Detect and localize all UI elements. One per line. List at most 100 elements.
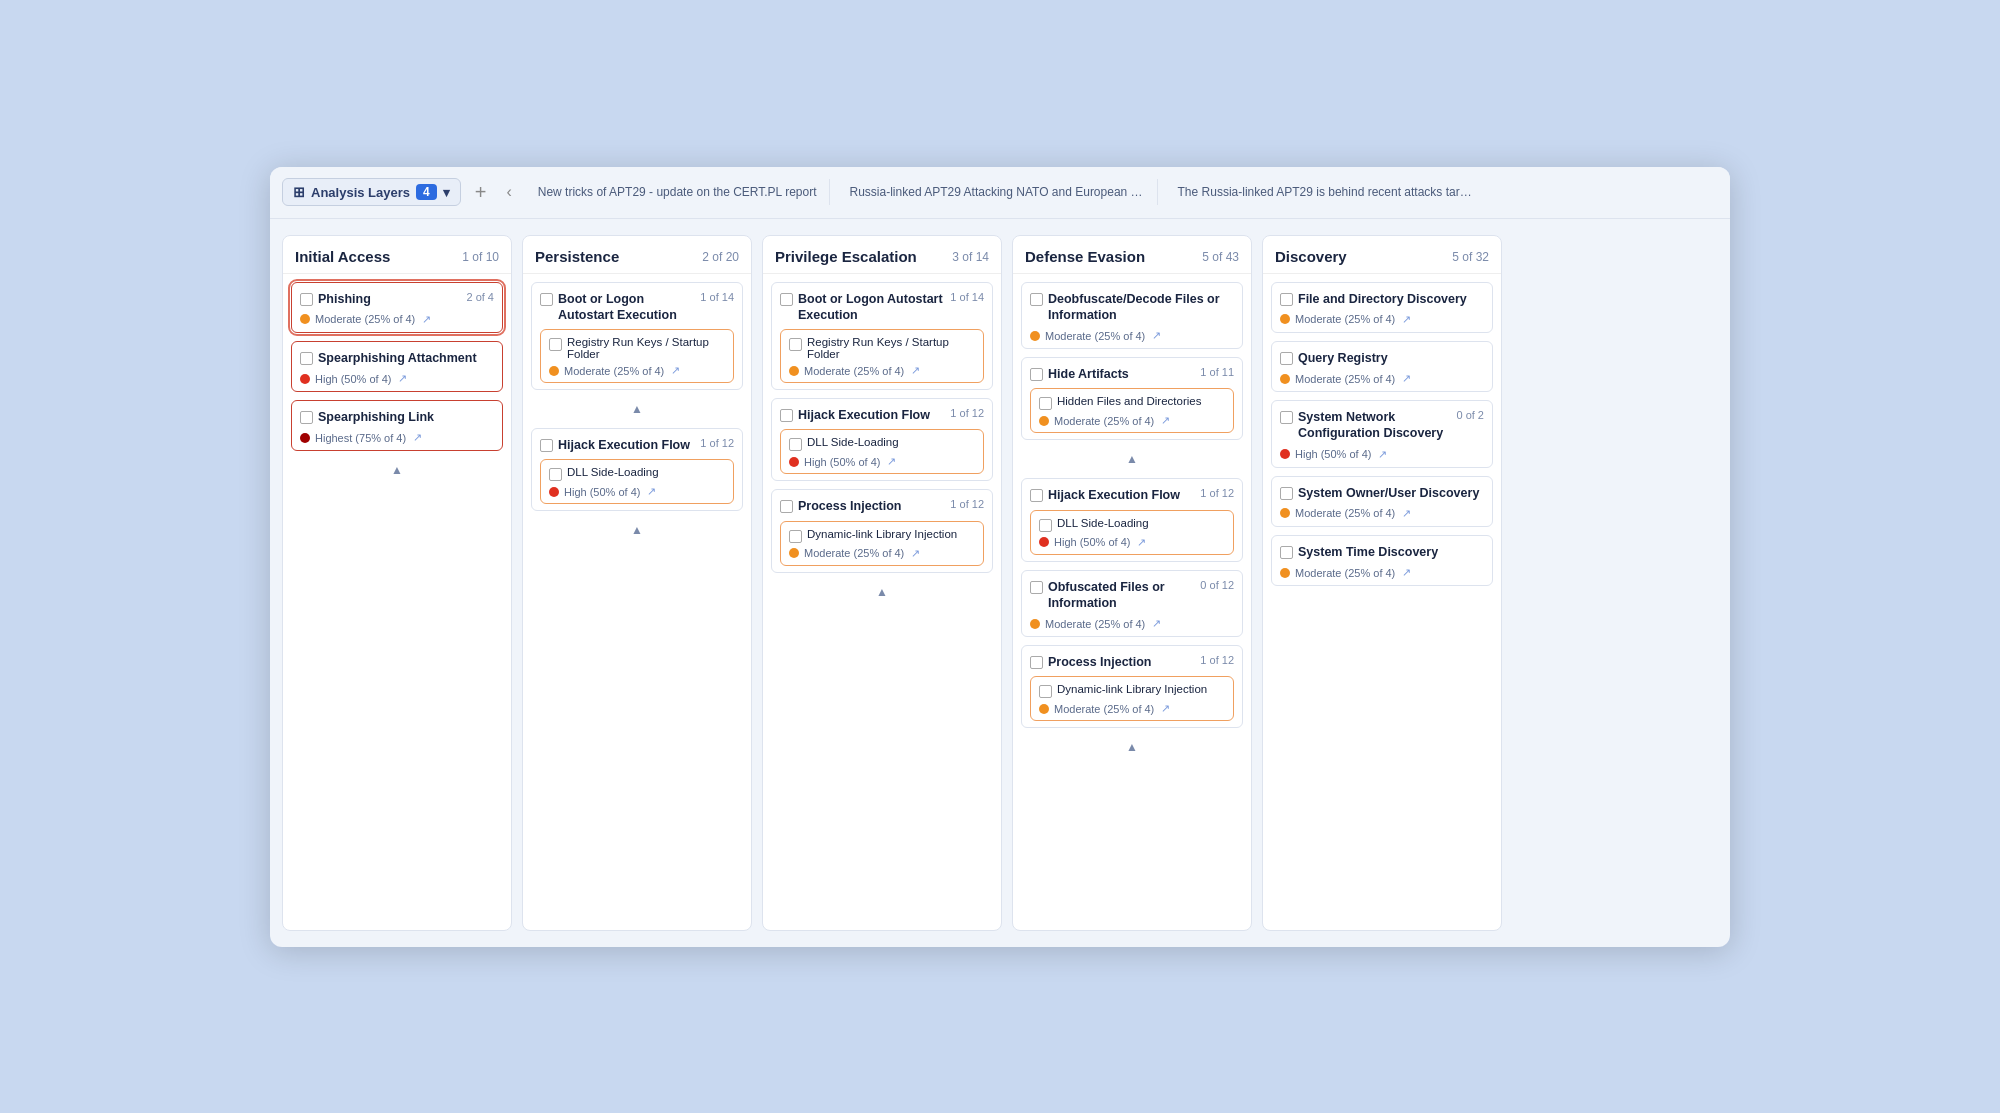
deobfuscate-header: Deobfuscate/Decode Files or Information — [1030, 291, 1234, 324]
boot-logon-1-checkbox[interactable] — [540, 293, 553, 306]
dll-3-title: DLL Side-Loading — [1057, 517, 1149, 529]
spearphishing-attachment-link-icon[interactable]: ↗ — [398, 372, 407, 385]
technique-card-query-registry[interactable]: Query Registry Moderate (25% of 4) ↗ — [1271, 341, 1493, 392]
boot-logon-2-title: Boot or Logon Autostart Execution — [798, 291, 946, 324]
file-directory-dot — [1280, 314, 1290, 324]
file-directory-link[interactable]: ↗ — [1402, 313, 1411, 326]
spearphishing-attachment-checkbox[interactable] — [300, 352, 313, 365]
technique-card-system-time[interactable]: System Time Discovery Moderate (25% of 4… — [1271, 535, 1493, 586]
technique-card-system-owner[interactable]: System Owner/User Discovery Moderate (25… — [1271, 476, 1493, 527]
persistence-scroll-up-1[interactable]: ▲ — [531, 398, 743, 420]
technique-card-hide-artifacts[interactable]: Hide Artifacts 1 of 11 Hidden Files and … — [1021, 357, 1243, 440]
process-injection-1-title: Process Injection — [798, 498, 902, 514]
spearphishing-link-link-icon[interactable]: ↗ — [413, 431, 422, 444]
hijack-2-checkbox[interactable] — [780, 409, 793, 422]
dll-1-link[interactable]: ↗ — [647, 485, 656, 498]
system-time-title: System Time Discovery — [1298, 544, 1438, 560]
sub-technique-registry-run-1[interactable]: Registry Run Keys / Startup Folder Moder… — [540, 329, 734, 383]
technique-card-file-directory[interactable]: File and Directory Discovery Moderate (2… — [1271, 282, 1493, 333]
deobfuscate-link[interactable]: ↗ — [1152, 329, 1161, 342]
column-privilege-escalation: Privilege Escalation 3 of 14 Boot or Log… — [762, 235, 1002, 931]
obfuscated-link[interactable]: ↗ — [1152, 617, 1161, 630]
sub-technique-dll-3[interactable]: DLL Side-Loading High (50% of 4) ↗ — [1030, 510, 1234, 555]
technique-card-system-network[interactable]: System Network Configuration Discovery 0… — [1271, 400, 1493, 468]
registry-run-1-checkbox[interactable] — [549, 338, 562, 351]
query-registry-checkbox[interactable] — [1280, 352, 1293, 365]
tab-3[interactable]: The Russia-linked APT29 is behind recent… — [1166, 179, 1486, 205]
system-time-link[interactable]: ↗ — [1402, 566, 1411, 579]
spearphishing-attachment-header: Spearphishing Attachment — [300, 350, 494, 366]
dll-2-link[interactable]: ↗ — [887, 455, 896, 468]
system-owner-link[interactable]: ↗ — [1402, 507, 1411, 520]
system-time-checkbox[interactable] — [1280, 546, 1293, 559]
registry-run-2-link[interactable]: ↗ — [911, 364, 920, 377]
hide-artifacts-checkbox[interactable] — [1030, 368, 1043, 381]
sub-technique-dynlink-2[interactable]: Dynamic-link Library Injection Moderate … — [1030, 676, 1234, 721]
technique-card-spearphishing-attachment[interactable]: Spearphishing Attachment High (50% of 4)… — [291, 341, 503, 392]
technique-card-boot-logon-2[interactable]: Boot or Logon Autostart Execution 1 of 1… — [771, 282, 993, 391]
boot-logon-2-checkbox[interactable] — [780, 293, 793, 306]
sub-technique-hidden-files[interactable]: Hidden Files and Directories Moderate (2… — [1030, 388, 1234, 433]
technique-card-hijack-2[interactable]: Hijack Execution Flow 1 of 12 DLL Side-L… — [771, 398, 993, 481]
spearphishing-link-checkbox[interactable] — [300, 411, 313, 424]
query-registry-link[interactable]: ↗ — [1402, 372, 1411, 385]
sub-technique-dynlink-1[interactable]: Dynamic-link Library Injection Moderate … — [780, 521, 984, 566]
registry-run-1-link[interactable]: ↗ — [671, 364, 680, 377]
tab-2[interactable]: Russia-linked APT29 Attacking NATO and E… — [838, 179, 1158, 205]
system-network-checkbox[interactable] — [1280, 411, 1293, 424]
system-owner-checkbox[interactable] — [1280, 487, 1293, 500]
system-network-severity: High (50% of 4) ↗ — [1280, 448, 1484, 461]
process-injection-1-checkbox[interactable] — [780, 500, 793, 513]
dynlink-2-checkbox[interactable] — [1039, 685, 1052, 698]
prev-nav-button[interactable]: ‹ — [500, 179, 517, 205]
dll-3-checkbox[interactable] — [1039, 519, 1052, 532]
deobfuscate-checkbox[interactable] — [1030, 293, 1043, 306]
persistence-scroll-up-2[interactable]: ▲ — [531, 519, 743, 541]
phishing-link-icon[interactable]: ↗ — [422, 313, 431, 326]
technique-card-phishing[interactable]: Phishing 2 of 4 Moderate (25% of 4) ↗ — [291, 282, 503, 333]
process-injection-2-header: Process Injection 1 of 12 — [1030, 654, 1234, 670]
defense-scroll-up-1[interactable]: ▲ — [1021, 448, 1243, 470]
technique-card-process-injection-2[interactable]: Process Injection 1 of 12 Dynamic-link L… — [1021, 645, 1243, 728]
dll-1-severity: High (50% of 4) ↗ — [549, 485, 725, 498]
tab-1[interactable]: New tricks of APT29 - update on the CERT… — [526, 179, 830, 205]
technique-card-hijack-1[interactable]: Hijack Execution Flow 1 of 12 DLL Side-L… — [531, 428, 743, 511]
technique-card-hijack-3[interactable]: Hijack Execution Flow 1 of 12 DLL Side-L… — [1021, 478, 1243, 561]
sub-technique-dll-1[interactable]: DLL Side-Loading High (50% of 4) ↗ — [540, 459, 734, 504]
technique-card-obfuscated[interactable]: Obfuscated Files or Information 0 of 12 … — [1021, 570, 1243, 638]
phishing-checkbox[interactable] — [300, 293, 313, 306]
analysis-layers-button[interactable]: ⊞ Analysis Layers 4 ▾ — [282, 178, 461, 206]
hidden-files-link[interactable]: ↗ — [1161, 414, 1170, 427]
file-directory-checkbox[interactable] — [1280, 293, 1293, 306]
technique-card-boot-logon-1[interactable]: Boot or Logon Autostart Execution 1 of 1… — [531, 282, 743, 391]
dynlink-2-link[interactable]: ↗ — [1161, 702, 1170, 715]
process-injection-2-checkbox[interactable] — [1030, 656, 1043, 669]
hijack-1-checkbox[interactable] — [540, 439, 553, 452]
dynlink-1-link[interactable]: ↗ — [911, 547, 920, 560]
obfuscated-checkbox[interactable] — [1030, 581, 1043, 594]
query-registry-title: Query Registry — [1298, 350, 1388, 366]
system-network-header: System Network Configuration Discovery 0… — [1280, 409, 1484, 442]
dll-2-text: High (50% of 4) — [804, 456, 880, 468]
add-tab-button[interactable]: + — [469, 179, 493, 206]
column-count-discovery: 5 of 32 — [1452, 250, 1489, 264]
technique-card-spearphishing-link[interactable]: Spearphishing Link Highest (75% of 4) ↗ — [291, 400, 503, 451]
column-count-defense-evasion: 5 of 43 — [1202, 250, 1239, 264]
technique-card-deobfuscate[interactable]: Deobfuscate/Decode Files or Information … — [1021, 282, 1243, 350]
registry-run-2-checkbox[interactable] — [789, 338, 802, 351]
dynlink-1-checkbox[interactable] — [789, 530, 802, 543]
dll-1-checkbox[interactable] — [549, 468, 562, 481]
privilege-scroll-up[interactable]: ▲ — [771, 581, 993, 603]
system-network-link[interactable]: ↗ — [1378, 448, 1387, 461]
initial-access-scroll-up[interactable]: ▲ — [291, 459, 503, 481]
hidden-files-checkbox[interactable] — [1039, 397, 1052, 410]
registry-run-1-title: Registry Run Keys / Startup Folder — [567, 336, 725, 360]
dll-2-checkbox[interactable] — [789, 438, 802, 451]
spearphishing-link-severity-dot — [300, 433, 310, 443]
hijack-3-checkbox[interactable] — [1030, 489, 1043, 502]
dll-3-link[interactable]: ↗ — [1137, 536, 1146, 549]
sub-technique-registry-run-2[interactable]: Registry Run Keys / Startup Folder Moder… — [780, 329, 984, 383]
technique-card-process-injection-1[interactable]: Process Injection 1 of 12 Dynamic-link L… — [771, 489, 993, 572]
sub-technique-dll-2[interactable]: DLL Side-Loading High (50% of 4) ↗ — [780, 429, 984, 474]
defense-scroll-up-2[interactable]: ▲ — [1021, 736, 1243, 758]
